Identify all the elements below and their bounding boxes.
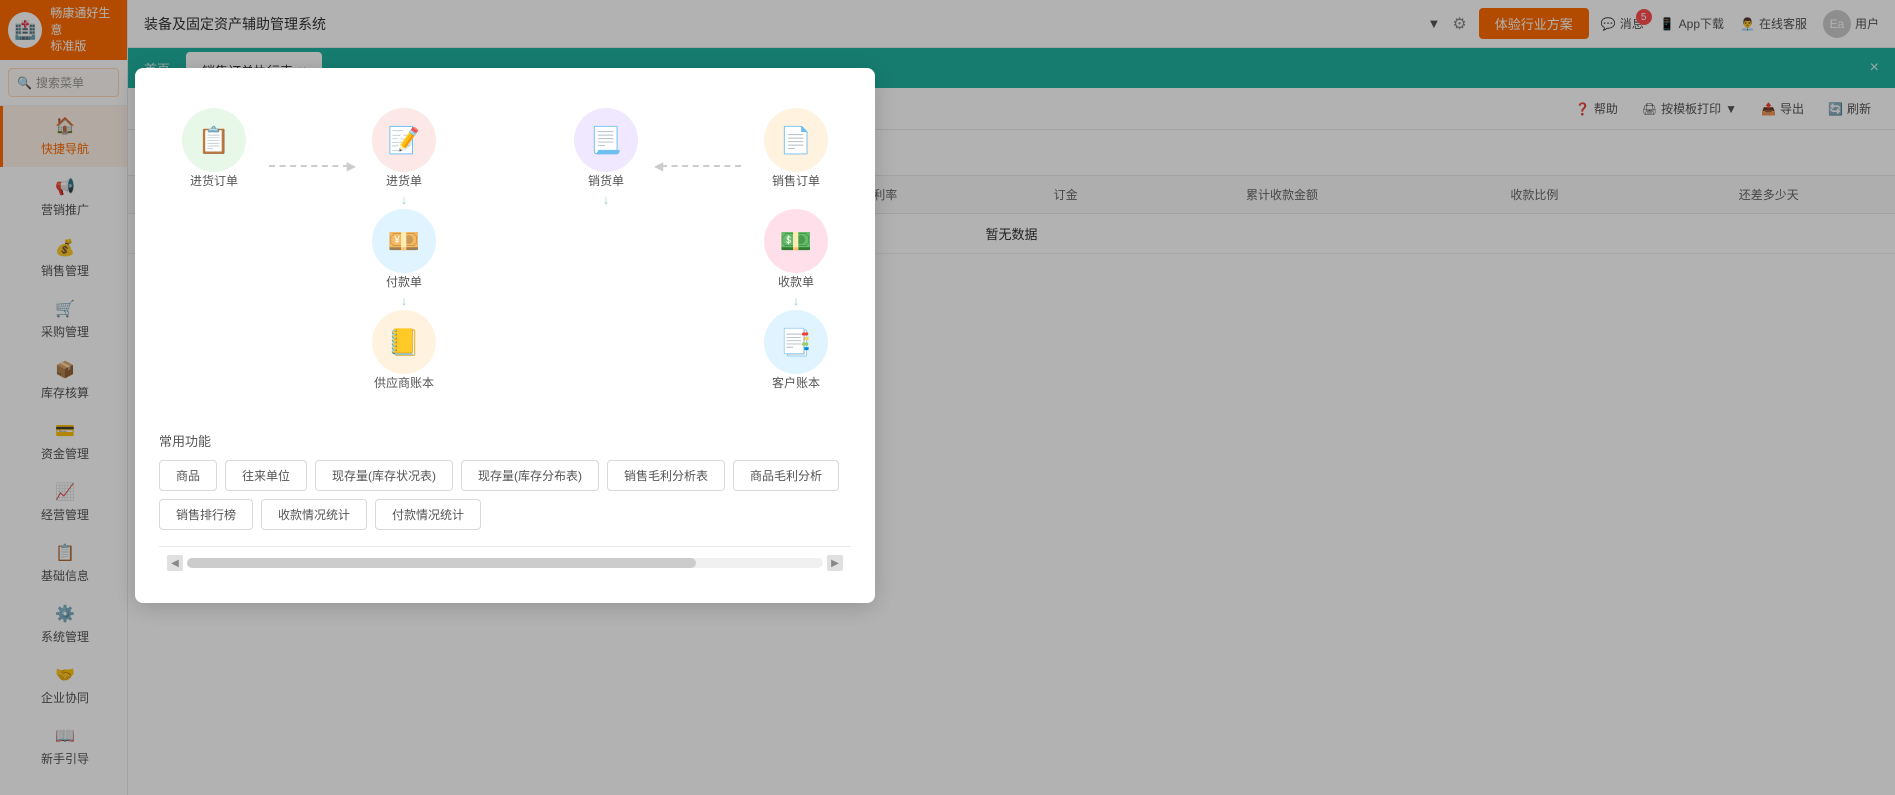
common-btn-stock-dist[interactable]: 现存量(库存分布表) xyxy=(461,460,599,491)
modal-overlay[interactable]: 📋 进货订单 ▶ 📝 进货单 📃 xyxy=(0,0,1895,795)
supplier-ledger-icon: 📒 xyxy=(372,310,436,374)
common-btn-goods[interactable]: 商品 xyxy=(159,460,217,491)
receipt-label: 收款单 xyxy=(778,273,814,290)
purchase-order-label: 进货订单 xyxy=(190,172,238,189)
payment-label: 付款单 xyxy=(386,273,422,290)
node-receipt[interactable]: 💵 收款单 xyxy=(741,209,851,290)
sales-order-icon: 📄 xyxy=(764,108,828,172)
scrollbar-thumb xyxy=(187,558,696,568)
common-btn-sales-rank[interactable]: 销售排行榜 xyxy=(159,499,253,530)
common-buttons: 商品 往来单位 现存量(库存状况表) 现存量(库存分布表) 销售毛利分析表 商品… xyxy=(159,460,851,491)
scroll-right-btn[interactable]: ▶ xyxy=(827,555,843,571)
supplier-ledger-label: 供应商账本 xyxy=(374,374,434,391)
purchase-label: 进货单 xyxy=(386,172,422,189)
scrollbar-track[interactable] xyxy=(187,558,823,568)
flow-modal: 📋 进货订单 ▶ 📝 进货单 📃 xyxy=(135,68,875,603)
purchase-icon: 📝 xyxy=(372,108,436,172)
purchase-order-icon: 📋 xyxy=(182,108,246,172)
flow-diagram: 📋 进货订单 ▶ 📝 进货单 📃 xyxy=(159,92,851,415)
common-functions-section: 常用功能 商品 往来单位 现存量(库存状况表) 现存量(库存分布表) 销售毛利分… xyxy=(159,431,851,530)
sales-order-label: 销售订单 xyxy=(772,172,820,189)
node-sales-invoice[interactable]: 📃 销货单 xyxy=(551,108,661,189)
common-btn-contacts[interactable]: 往来单位 xyxy=(225,460,307,491)
node-purchase[interactable]: 📝 进货单 xyxy=(349,108,459,189)
receipt-icon: 💵 xyxy=(764,209,828,273)
payment-icon: 💴 xyxy=(372,209,436,273)
arrow-payment-down: ↓ xyxy=(349,290,459,310)
modal-scrollbar: ◀ ▶ xyxy=(159,546,851,579)
scroll-left-btn[interactable]: ◀ xyxy=(167,555,183,571)
customer-ledger-label: 客户账本 xyxy=(772,374,820,391)
common-title: 常用功能 xyxy=(159,431,851,450)
common-btn-payment-stat[interactable]: 付款情况统计 xyxy=(375,499,481,530)
node-payment[interactable]: 💴 付款单 xyxy=(349,209,459,290)
arrow-sales-down: ↓ xyxy=(551,189,661,209)
common-buttons-row2: 销售排行榜 收款情况统计 付款情况统计 xyxy=(159,499,851,530)
common-btn-goods-profit[interactable]: 商品毛利分析 xyxy=(733,460,839,491)
node-supplier-ledger[interactable]: 📒 供应商账本 xyxy=(349,310,459,391)
customer-ledger-icon: 📑 xyxy=(764,310,828,374)
node-customer-ledger[interactable]: 📑 客户账本 xyxy=(741,310,851,391)
common-btn-receipt-stat[interactable]: 收款情况统计 xyxy=(261,499,367,530)
sales-invoice-icon: 📃 xyxy=(574,108,638,172)
arrow-purchase-down: ↓ xyxy=(349,189,459,209)
arrow-receipt-down: ↓ xyxy=(741,290,851,310)
node-sales-order[interactable]: 📄 销售订单 xyxy=(741,108,851,189)
node-purchase-order[interactable]: 📋 进货订单 xyxy=(159,108,269,189)
sales-invoice-label: 销货单 xyxy=(588,172,624,189)
common-btn-sales-profit[interactable]: 销售毛利分析表 xyxy=(607,460,725,491)
common-btn-stock-status[interactable]: 现存量(库存状况表) xyxy=(315,460,453,491)
